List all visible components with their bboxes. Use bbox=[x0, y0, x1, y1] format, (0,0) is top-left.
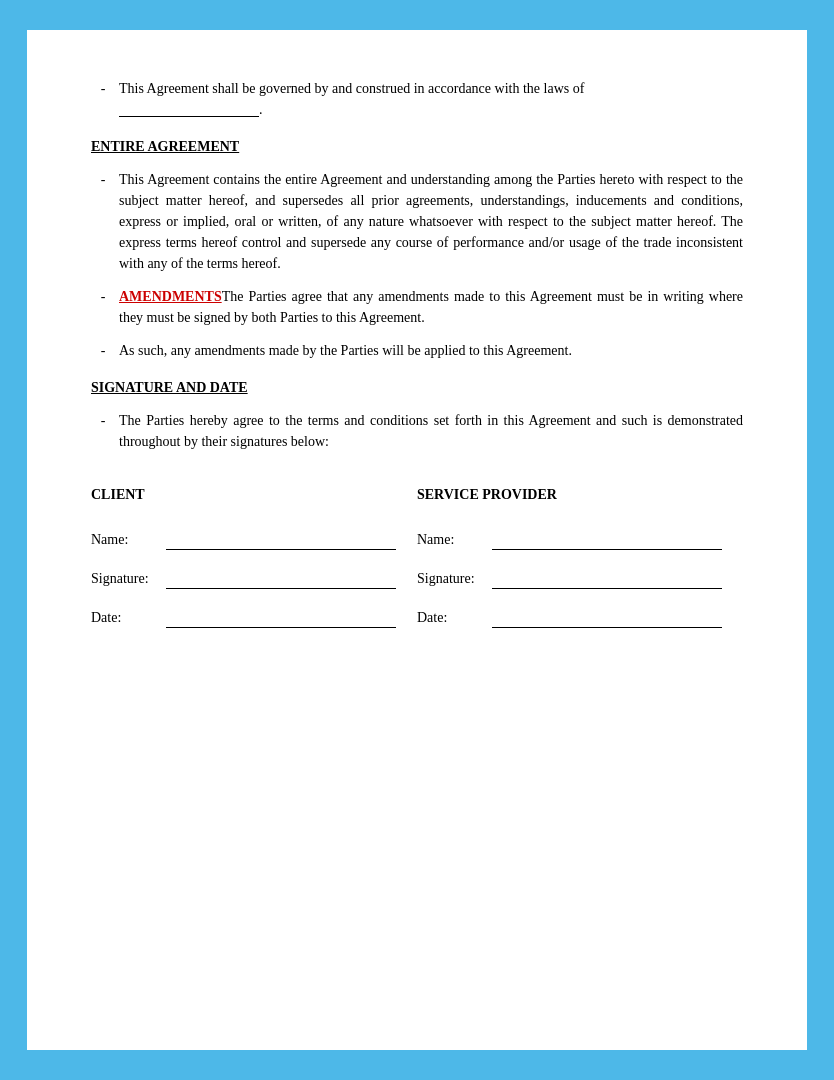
client-signature-line bbox=[166, 571, 396, 589]
governing-law-text: This Agreement shall be governed by and … bbox=[119, 78, 743, 120]
bullet-dash-3: - bbox=[91, 286, 115, 307]
entire-agreement-text: This Agreement contains the entire Agree… bbox=[119, 169, 743, 274]
signature-intro-item: - The Parties hereby agree to the terms … bbox=[91, 410, 743, 452]
document-content: - This Agreement shall be governed by an… bbox=[91, 78, 743, 646]
provider-date-field: Date: bbox=[417, 607, 743, 628]
client-column: CLIENT Name: Signature: Date: bbox=[91, 484, 417, 646]
amendments-item: - AMENDMENTSThe Parties agree that any a… bbox=[91, 286, 743, 328]
client-date-line bbox=[166, 610, 396, 628]
provider-signature-field: Signature: bbox=[417, 568, 743, 589]
signature-section: CLIENT Name: Signature: Date: bbox=[91, 484, 743, 646]
provider-signature-line bbox=[492, 571, 722, 589]
client-signature-label: Signature: bbox=[91, 568, 166, 589]
bullet-dash-4: - bbox=[91, 340, 115, 361]
entire-agreement-item: - This Agreement contains the entire Agr… bbox=[91, 169, 743, 274]
amendments-label: AMENDMENTS bbox=[119, 289, 222, 304]
amendments-text: AMENDMENTSThe Parties agree that any ame… bbox=[119, 286, 743, 328]
signature-columns: CLIENT Name: Signature: Date: bbox=[91, 484, 743, 646]
bullet-dash-1: - bbox=[91, 78, 115, 99]
client-signature-field: Signature: bbox=[91, 568, 417, 589]
signature-date-heading: SIGNATURE AND DATE bbox=[91, 377, 743, 398]
provider-date-label: Date: bbox=[417, 607, 492, 628]
signature-intro-text: The Parties hereby agree to the terms an… bbox=[119, 410, 743, 452]
governing-law-blank bbox=[119, 116, 259, 117]
service-provider-column: SERVICE PROVIDER Name: Signature: Date: bbox=[417, 484, 743, 646]
bullet-dash-5: - bbox=[91, 410, 115, 431]
client-name-line bbox=[166, 532, 396, 550]
bullet-dash-2: - bbox=[91, 169, 115, 190]
client-name-label: Name: bbox=[91, 529, 166, 550]
client-heading: CLIENT bbox=[91, 484, 417, 505]
service-provider-heading: SERVICE PROVIDER bbox=[417, 484, 743, 505]
entire-agreement-heading: ENTIRE AGREEMENT bbox=[91, 136, 743, 157]
provider-name-line bbox=[492, 532, 722, 550]
amendments-text-2: As such, any amendments made by the Part… bbox=[119, 340, 743, 361]
amendments-item-2: - As such, any amendments made by the Pa… bbox=[91, 340, 743, 361]
provider-signature-label: Signature: bbox=[417, 568, 492, 589]
provider-name-label: Name: bbox=[417, 529, 492, 550]
provider-date-line bbox=[492, 610, 722, 628]
governing-law-item: - This Agreement shall be governed by an… bbox=[91, 78, 743, 120]
client-name-field: Name: bbox=[91, 529, 417, 550]
document-page: - This Agreement shall be governed by an… bbox=[27, 30, 807, 1050]
client-date-field: Date: bbox=[91, 607, 417, 628]
provider-name-field: Name: bbox=[417, 529, 743, 550]
client-date-label: Date: bbox=[91, 607, 166, 628]
